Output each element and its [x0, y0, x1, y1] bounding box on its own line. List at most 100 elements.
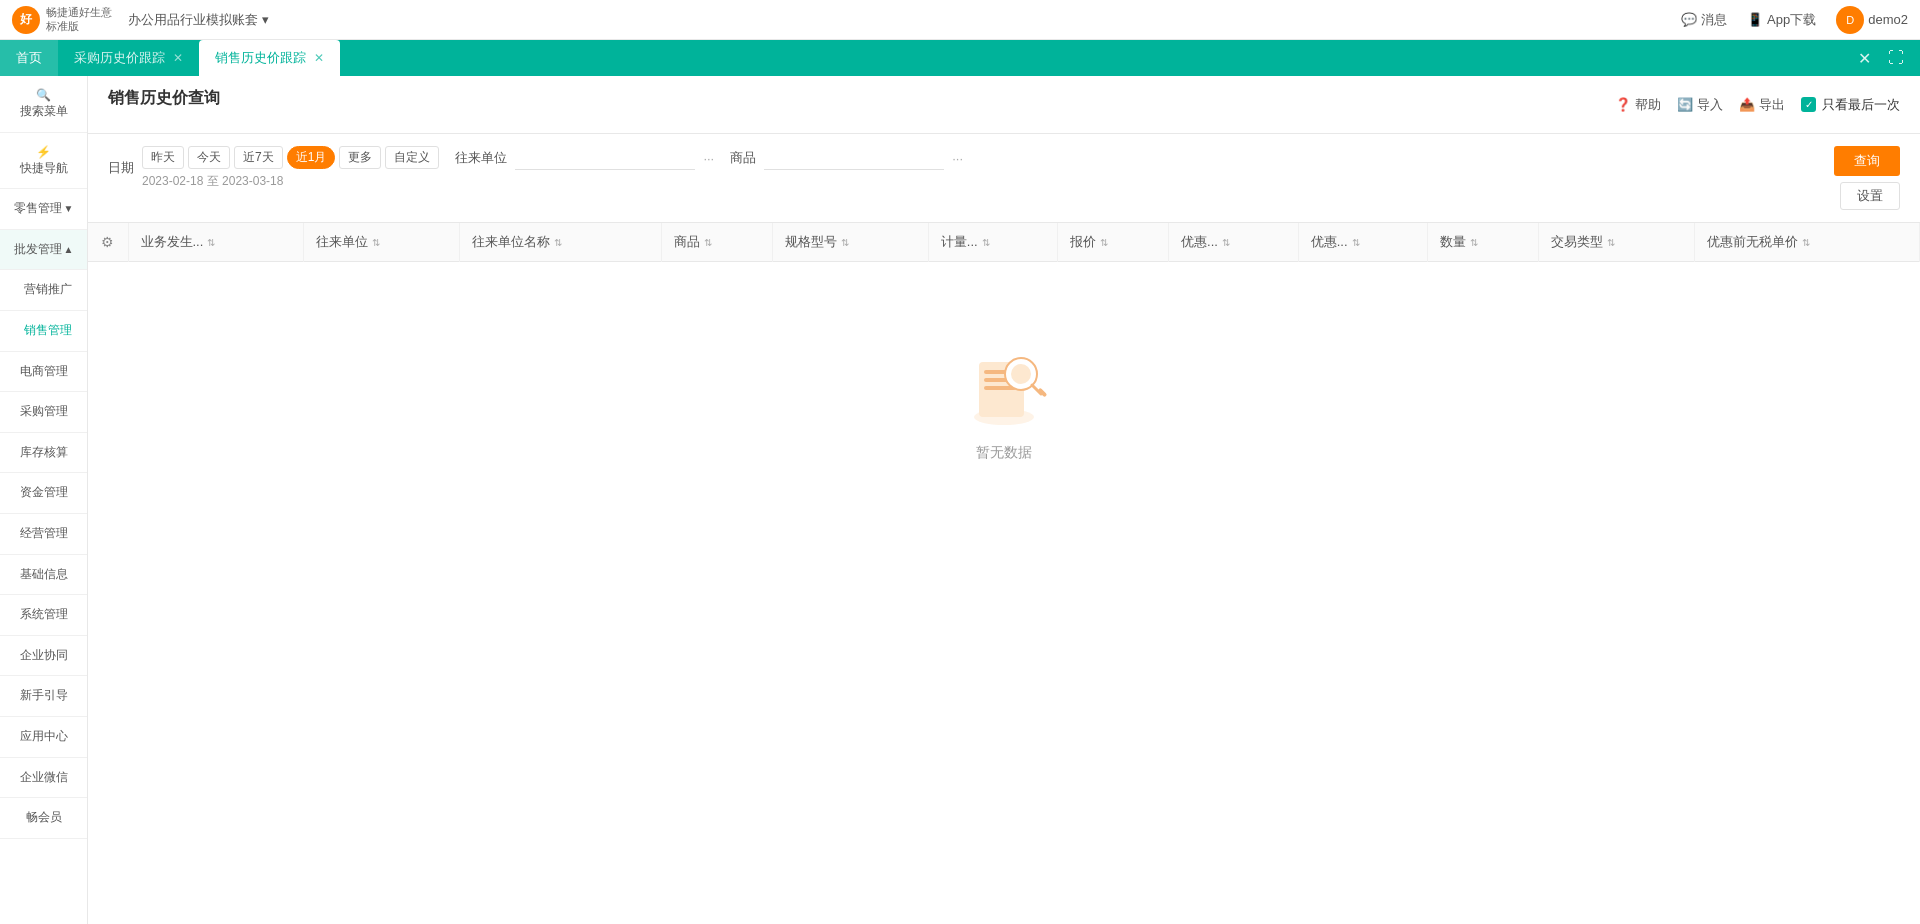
- sidebar-item-system-mgmt[interactable]: 系统管理: [0, 595, 87, 636]
- col-discount1[interactable]: 优惠... ⇅: [1169, 223, 1299, 262]
- sort-icon-unit: ⇅: [982, 237, 990, 248]
- message-action[interactable]: 💬 消息: [1681, 11, 1727, 29]
- date-range-text: 2023-02-18 至 2023-03-18: [142, 173, 439, 190]
- user-profile[interactable]: D demo2: [1836, 6, 1908, 34]
- col-product[interactable]: 商品 ⇅: [661, 223, 772, 262]
- export-icon: 📤: [1739, 97, 1755, 112]
- search-menu-icon: 🔍: [36, 88, 51, 102]
- date-btn-last1m[interactable]: 近1月: [287, 146, 336, 169]
- col-pre-discount-price[interactable]: 优惠前无税单价 ⇅: [1695, 223, 1920, 262]
- date-options: 昨天 今天 近7天 近1月 更多 自定义 2023-02-18 至 2023-0…: [142, 146, 439, 190]
- quick-nav-icon: ⚡: [36, 145, 51, 159]
- date-btn-last7[interactable]: 近7天: [234, 146, 283, 169]
- help-icon: ❓: [1615, 97, 1631, 112]
- wholesale-mgmt-arrow: ▲: [64, 244, 74, 255]
- tab-purchase-history-close[interactable]: ✕: [173, 51, 183, 65]
- sidebar-item-search-menu[interactable]: 🔍 搜索菜单: [0, 76, 87, 133]
- sidebar-item-quick-nav[interactable]: ⚡ 快捷导航: [0, 133, 87, 190]
- sidebar-item-ops-mgmt[interactable]: 经营管理: [0, 514, 87, 555]
- sidebar-item-marketing-promo[interactable]: 营销推广: [0, 270, 87, 311]
- sidebar-item-retail-mgmt[interactable]: 零售管理 ▼: [0, 189, 87, 230]
- data-table: ⚙ 业务发生... ⇅ 往来单位 ⇅: [88, 223, 1920, 262]
- date-btn-more[interactable]: 更多: [339, 146, 381, 169]
- close-tab-btn[interactable]: ✕: [1852, 46, 1876, 70]
- sidebar-item-inventory-check[interactable]: 库存核算: [0, 433, 87, 474]
- filter-bar: 日期 昨天 今天 近7天 近1月 更多 自定义 2023-02-18 至 202…: [88, 134, 1920, 223]
- query-button[interactable]: 查询: [1834, 146, 1900, 176]
- sidebar-item-basic-info[interactable]: 基础信息: [0, 555, 87, 596]
- counterparty-dots[interactable]: ···: [703, 151, 714, 166]
- sidebar-item-enterprise-wechat[interactable]: 企业微信: [0, 758, 87, 799]
- sort-icon-counterparty-code: ⇅: [372, 237, 380, 248]
- user-avatar: D: [1836, 6, 1864, 34]
- tab-sales-history-close[interactable]: ✕: [314, 51, 324, 65]
- sort-icon-trade-type: ⇅: [1607, 237, 1615, 248]
- logo: 好 畅捷通好生意 标准版: [12, 6, 112, 34]
- retail-mgmt-arrow: ▼: [64, 203, 74, 214]
- product-filter-group: 商品 ···: [730, 146, 963, 170]
- date-buttons: 昨天 今天 近7天 近1月 更多 自定义: [142, 146, 439, 169]
- sidebar-item-purchase-mgmt[interactable]: 采购管理: [0, 392, 87, 433]
- table-container: ⚙ 业务发生... ⇅ 往来单位 ⇅: [88, 223, 1920, 924]
- sort-icon-counterparty-name: ⇅: [554, 237, 562, 248]
- top-bar-actions: 💬 消息 📱 App下载 D demo2: [1681, 6, 1908, 34]
- settings-button[interactable]: 设置: [1840, 182, 1900, 210]
- date-label: 日期: [108, 159, 134, 177]
- date-btn-today[interactable]: 今天: [188, 146, 230, 169]
- col-counterparty-code[interactable]: 往来单位 ⇅: [303, 223, 459, 262]
- sort-icon-discount1: ⇅: [1222, 237, 1230, 248]
- col-settings[interactable]: ⚙: [88, 223, 128, 262]
- logo-icon: 好: [12, 6, 40, 34]
- col-quantity[interactable]: 数量 ⇅: [1428, 223, 1539, 262]
- page-title: 销售历史价查询: [108, 88, 220, 109]
- counterparty-filter-group: 往来单位 ···: [455, 146, 714, 170]
- date-btn-yesterday[interactable]: 昨天: [142, 146, 184, 169]
- sort-icon-pre-discount-price: ⇅: [1802, 237, 1810, 248]
- only-last-label: 只看最后一次: [1822, 96, 1900, 114]
- window-title-dropdown[interactable]: 办公用品行业模拟账套 ▾: [128, 11, 269, 29]
- sidebar-item-sales-mgmt[interactable]: 销售管理: [0, 311, 87, 352]
- empty-state-icon: [959, 342, 1049, 432]
- only-last-once[interactable]: 只看最后一次: [1801, 96, 1900, 114]
- col-quote[interactable]: 报价 ⇅: [1058, 223, 1169, 262]
- col-biz-date[interactable]: 业务发生... ⇅: [128, 223, 303, 262]
- empty-text: 暂无数据: [976, 444, 1032, 462]
- sort-icon-biz-date: ⇅: [207, 237, 215, 248]
- sidebar-item-wholesale-mgmt[interactable]: 批发管理 ▲: [0, 230, 87, 271]
- product-dots[interactable]: ···: [952, 151, 963, 166]
- gear-icon[interactable]: ⚙: [101, 234, 114, 250]
- product-input[interactable]: [764, 146, 944, 170]
- date-btn-custom[interactable]: 自定义: [385, 146, 439, 169]
- import-action[interactable]: 🔄 导入: [1677, 96, 1723, 114]
- app-download-action[interactable]: 📱 App下载: [1747, 11, 1816, 29]
- sidebar-item-enterprise-collab[interactable]: 企业协同: [0, 636, 87, 677]
- sidebar-item-vip-member[interactable]: 畅会员: [0, 798, 87, 839]
- tab-sales-history[interactable]: 销售历史价跟踪 ✕: [199, 40, 340, 76]
- counterparty-input[interactable]: [515, 146, 695, 170]
- tab-bar-actions: ✕ ⛶: [1852, 46, 1920, 70]
- tab-purchase-history[interactable]: 采购历史价跟踪 ✕: [58, 40, 199, 76]
- help-action[interactable]: ❓ 帮助: [1615, 96, 1661, 114]
- content-area: 销售历史价查询 ❓ 帮助 🔄 导入 📤 导出: [88, 76, 1920, 924]
- col-discount2[interactable]: 优惠... ⇅: [1298, 223, 1428, 262]
- import-icon: 🔄: [1677, 97, 1693, 112]
- only-last-checkbox[interactable]: [1801, 97, 1816, 112]
- main-layout: 🔍 搜索菜单 ⚡ 快捷导航 零售管理 ▼ 批发管理 ▲ 营销推广 销售管理 电商…: [0, 76, 1920, 924]
- export-action[interactable]: 📤 导出: [1739, 96, 1785, 114]
- sort-icon-quantity: ⇅: [1470, 237, 1478, 248]
- sort-icon-discount2: ⇅: [1352, 237, 1360, 248]
- app-download-icon: 📱: [1747, 12, 1763, 27]
- col-trade-type[interactable]: 交易类型 ⇅: [1538, 223, 1694, 262]
- maximize-btn[interactable]: ⛶: [1884, 46, 1908, 70]
- sidebar-item-new-guide[interactable]: 新手引导: [0, 676, 87, 717]
- sidebar-item-ecommerce-mgmt[interactable]: 电商管理: [0, 352, 87, 393]
- message-icon: 💬: [1681, 12, 1697, 27]
- sidebar-item-app-center[interactable]: 应用中心: [0, 717, 87, 758]
- col-spec[interactable]: 规格型号 ⇅: [772, 223, 928, 262]
- tab-bar: 首页 采购历史价跟踪 ✕ 销售历史价跟踪 ✕ ✕ ⛶: [0, 40, 1920, 76]
- tab-home[interactable]: 首页: [0, 40, 58, 76]
- col-counterparty-name[interactable]: 往来单位名称 ⇅: [460, 223, 662, 262]
- col-unit[interactable]: 计量... ⇅: [928, 223, 1058, 262]
- sidebar: 🔍 搜索菜单 ⚡ 快捷导航 零售管理 ▼ 批发管理 ▲ 营销推广 销售管理 电商…: [0, 76, 88, 924]
- sidebar-item-finance-mgmt[interactable]: 资金管理: [0, 473, 87, 514]
